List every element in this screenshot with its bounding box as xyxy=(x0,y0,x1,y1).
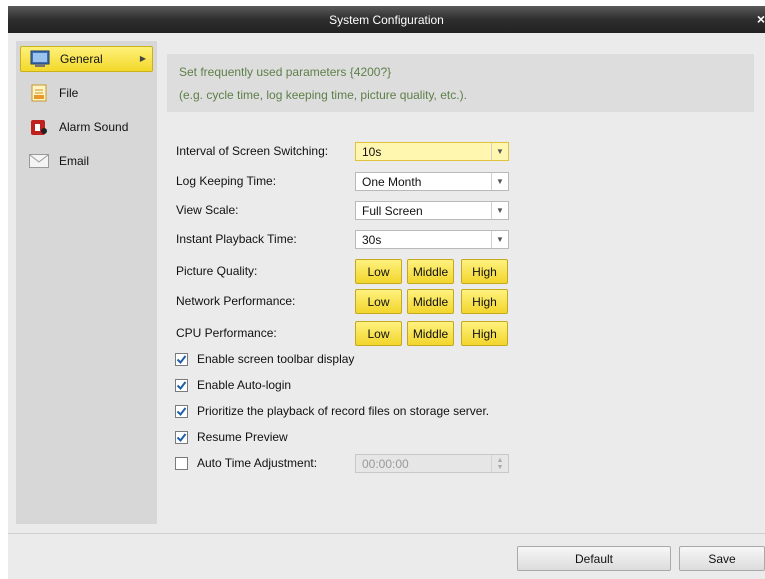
chevron-down-icon[interactable]: ▼ xyxy=(491,202,508,219)
checkbox-label: Auto Time Adjustment: xyxy=(197,456,318,470)
checkmark-icon xyxy=(176,406,187,416)
sidebar-item-general[interactable]: General ▶ xyxy=(20,46,153,72)
checkbox-label: Prioritize the playback of record files … xyxy=(197,404,490,418)
resume-preview-option[interactable]: Resume Preview xyxy=(175,430,288,444)
alarm-sound-icon xyxy=(28,117,50,137)
sidebar-item-alarm-sound[interactable]: Alarm Sound xyxy=(20,114,153,140)
sidebar-item-label: Email xyxy=(59,154,90,168)
picture-quality-label: Picture Quality: xyxy=(176,264,258,278)
title-bar: System Configuration × xyxy=(8,6,765,33)
view-scale-label: View Scale: xyxy=(176,203,239,217)
chevron-down-icon[interactable]: ▼ xyxy=(491,143,508,160)
general-settings-panel: Set frequently used parameters {4200?} (… xyxy=(157,41,765,524)
envelope-icon xyxy=(28,151,50,171)
checkbox-label: Enable Auto-login xyxy=(197,378,292,392)
notice-line-2: (e.g. cycle time, log keeping time, pict… xyxy=(179,88,467,102)
chevron-right-icon: ▶ xyxy=(139,54,146,63)
checkbox[interactable] xyxy=(175,352,188,366)
checkbox[interactable] xyxy=(175,456,188,470)
toolbar-display-option[interactable]: Enable screen toolbar display xyxy=(175,352,354,366)
network-performance-high-button[interactable]: High xyxy=(461,289,508,314)
cpu-performance-label: CPU Performance: xyxy=(176,326,277,340)
checkmark-icon xyxy=(176,432,187,442)
checkbox[interactable] xyxy=(175,404,188,418)
checkmark-icon xyxy=(176,354,187,364)
file-icon xyxy=(28,83,50,103)
sidebar-item-file[interactable]: File xyxy=(20,80,153,106)
save-button[interactable]: Save xyxy=(679,546,765,571)
network-performance-label: Network Performance: xyxy=(176,294,296,308)
checkmark-icon xyxy=(176,380,187,390)
cpu-performance-high-button[interactable]: High xyxy=(461,321,508,346)
cpu-performance-middle-button[interactable]: Middle xyxy=(407,321,454,346)
checkbox[interactable] xyxy=(175,430,188,444)
footer-divider xyxy=(8,533,765,534)
default-button[interactable]: Default xyxy=(517,546,671,571)
checkbox-label: Resume Preview xyxy=(197,430,288,444)
close-icon[interactable]: × xyxy=(757,11,765,27)
spinner-icon[interactable]: ▲ ▼ xyxy=(491,455,508,472)
monitor-icon xyxy=(29,49,51,69)
chevron-down-icon[interactable]: ▼ xyxy=(491,173,508,190)
notice-line-1: Set frequently used parameters {4200?} xyxy=(179,65,392,79)
network-performance-low-button[interactable]: Low xyxy=(355,289,402,314)
auto-time-input[interactable]: 00:00:00 ▲ ▼ xyxy=(355,454,509,473)
instant-playback-value: 30s xyxy=(362,232,382,247)
auto-login-option[interactable]: Enable Auto-login xyxy=(175,378,291,392)
log-keeping-value: One Month xyxy=(362,174,422,189)
prioritize-playback-option[interactable]: Prioritize the playback of record files … xyxy=(175,404,489,418)
sidebar-item-label: File xyxy=(59,86,79,100)
instant-playback-label: Instant Playback Time: xyxy=(176,232,297,246)
checkbox[interactable] xyxy=(175,378,188,392)
chevron-down-icon[interactable]: ▼ xyxy=(491,231,508,248)
screen-switch-select[interactable]: 10s ▼ xyxy=(355,142,509,161)
dialog-body: General ▶ File Alarm Sound Email Set fre… xyxy=(8,33,765,579)
window-title: System Configuration xyxy=(329,13,444,27)
picture-quality-middle-button[interactable]: Middle xyxy=(407,259,454,284)
picture-quality-low-button[interactable]: Low xyxy=(355,259,402,284)
network-performance-middle-button[interactable]: Middle xyxy=(407,289,454,314)
view-scale-select[interactable]: Full Screen ▼ xyxy=(355,201,509,220)
picture-quality-high-button[interactable]: High xyxy=(461,259,508,284)
log-keeping-label: Log Keeping Time: xyxy=(176,174,277,188)
info-notice: Set frequently used parameters {4200?} (… xyxy=(167,54,754,112)
instant-playback-select[interactable]: 30s ▼ xyxy=(355,230,509,249)
view-scale-value: Full Screen xyxy=(362,203,423,218)
sidebar-item-email[interactable]: Email xyxy=(20,148,153,174)
sidebar-item-label: General xyxy=(60,52,103,66)
checkbox-label: Enable screen toolbar display xyxy=(197,352,355,366)
auto-time-value: 00:00:00 xyxy=(362,456,409,471)
auto-time-adjustment-option[interactable]: Auto Time Adjustment: xyxy=(175,456,317,470)
log-keeping-select[interactable]: One Month ▼ xyxy=(355,172,509,191)
sidebar: General ▶ File Alarm Sound Email xyxy=(16,41,157,524)
cpu-performance-low-button[interactable]: Low xyxy=(355,321,402,346)
screen-switch-label: Interval of Screen Switching: xyxy=(176,144,329,158)
sidebar-item-label: Alarm Sound xyxy=(59,120,129,134)
screen-switch-value: 10s xyxy=(362,144,382,159)
